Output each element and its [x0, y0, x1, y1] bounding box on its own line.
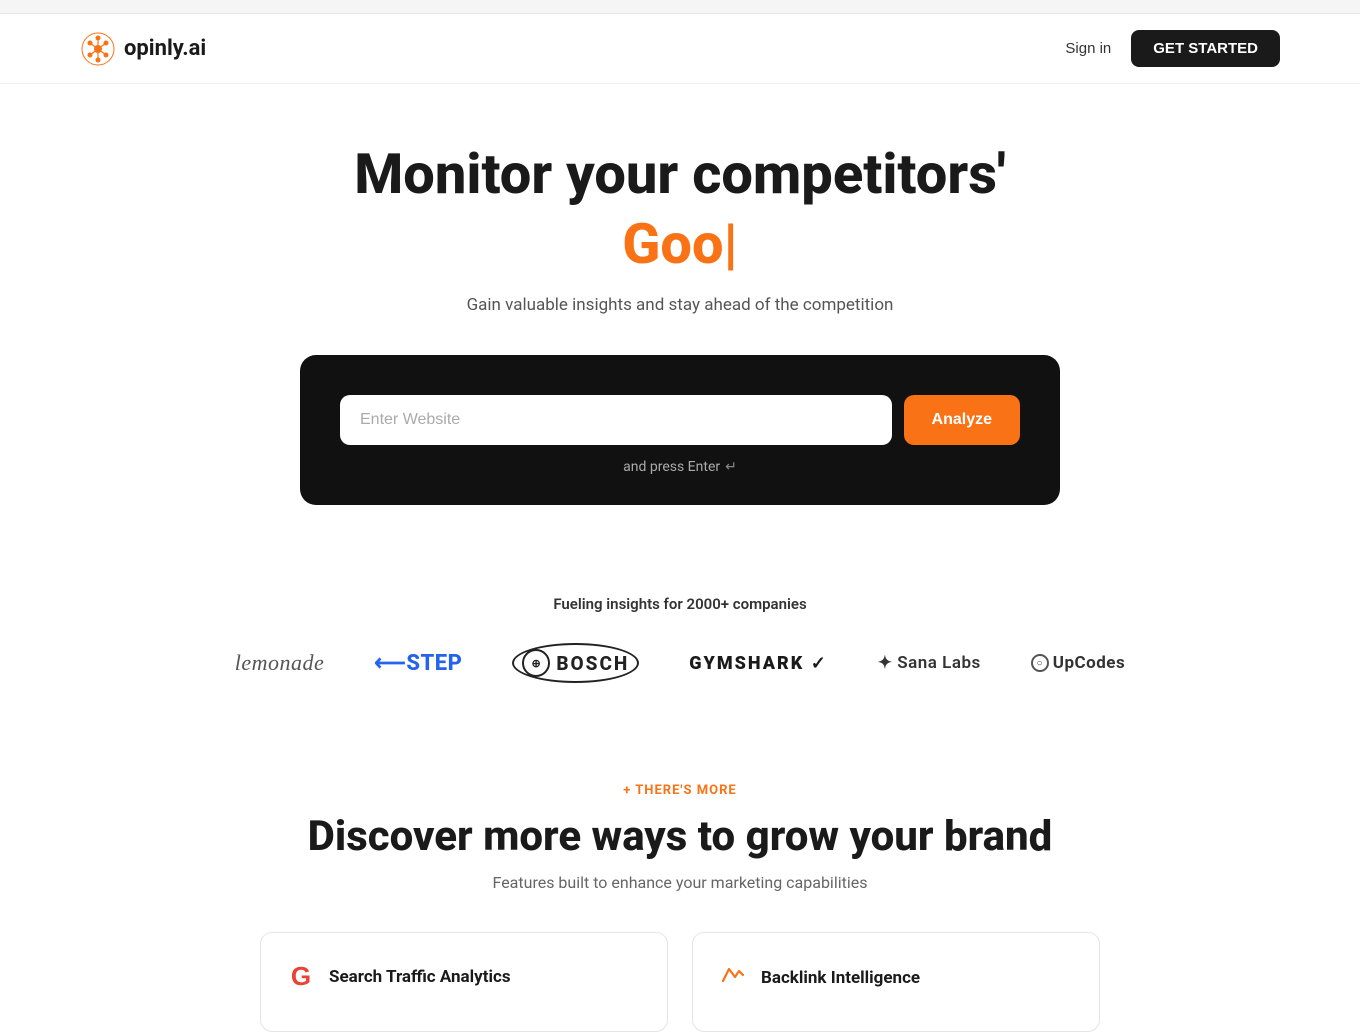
hero-headline-line1: Monitor your competitors' [150, 144, 1210, 206]
hero-subheadline: Gain valuable insights and stay ahead of… [150, 295, 1210, 315]
company-logo-lemonade: lemonade [235, 650, 325, 676]
logo-icon [80, 31, 116, 67]
get-started-button[interactable]: GET STARTED [1131, 30, 1280, 67]
backlink-icon [717, 961, 749, 995]
features-row: G Search Traffic Analytics Backlink Inte… [180, 932, 1180, 1032]
more-label: + THERE'S MORE [0, 783, 1360, 798]
company-logo-gymshark: GYMSHARK ✓ [689, 653, 828, 674]
logo[interactable]: opinly.ai [80, 31, 206, 67]
logo-text: opinly.ai [124, 36, 206, 61]
analyze-button[interactable]: Analyze [904, 395, 1020, 445]
google-g-icon: G [285, 961, 317, 992]
companies-label: Fueling insights for 2000+ companies [80, 595, 1280, 613]
company-logo-step: ⟵STEP [374, 651, 462, 676]
feature-card-backlink: Backlink Intelligence [692, 932, 1100, 1032]
feature-card-header-backlink: Backlink Intelligence [717, 961, 1075, 995]
search-row: Analyze [340, 395, 1020, 445]
hero-headline-line2: Goo| [150, 214, 1210, 276]
website-input[interactable] [340, 395, 892, 445]
feature-card-header-search: G Search Traffic Analytics [285, 961, 643, 992]
feature-title-search: Search Traffic Analytics [329, 967, 511, 987]
companies-logos: lemonade ⟵STEP ⊕ BOSCH GYMSHARK ✓ ✦ Sana… [80, 643, 1280, 683]
search-card: Analyze and press Enter ↵ [300, 355, 1060, 505]
feature-card-search-traffic: G Search Traffic Analytics [260, 932, 668, 1032]
discover-subtitle: Features built to enhance your marketing… [0, 873, 1360, 892]
discover-section: + THERE'S MORE Discover more ways to gro… [0, 763, 1360, 1032]
navbar: opinly.ai Sign in GET STARTED [0, 14, 1360, 84]
discover-title: Discover more ways to grow your brand [0, 812, 1360, 861]
main-content: Monitor your competitors' Goo| Gain valu… [130, 84, 1230, 595]
nav-actions: Sign in GET STARTED [1065, 30, 1280, 67]
company-logo-upcodes: ○ UpCodes [1031, 653, 1125, 673]
top-bar [0, 0, 1360, 14]
enter-hint: and press Enter ↵ [340, 459, 1020, 475]
sign-in-button[interactable]: Sign in [1065, 40, 1111, 57]
company-logo-bosch: ⊕ BOSCH [512, 643, 639, 683]
feature-title-backlink: Backlink Intelligence [761, 968, 920, 988]
companies-section: Fueling insights for 2000+ companies lem… [0, 595, 1360, 723]
enter-hint-text: and press Enter [623, 459, 720, 475]
company-logo-sanalabs: ✦ Sana Labs [878, 653, 981, 673]
enter-icon: ↵ [725, 459, 737, 475]
